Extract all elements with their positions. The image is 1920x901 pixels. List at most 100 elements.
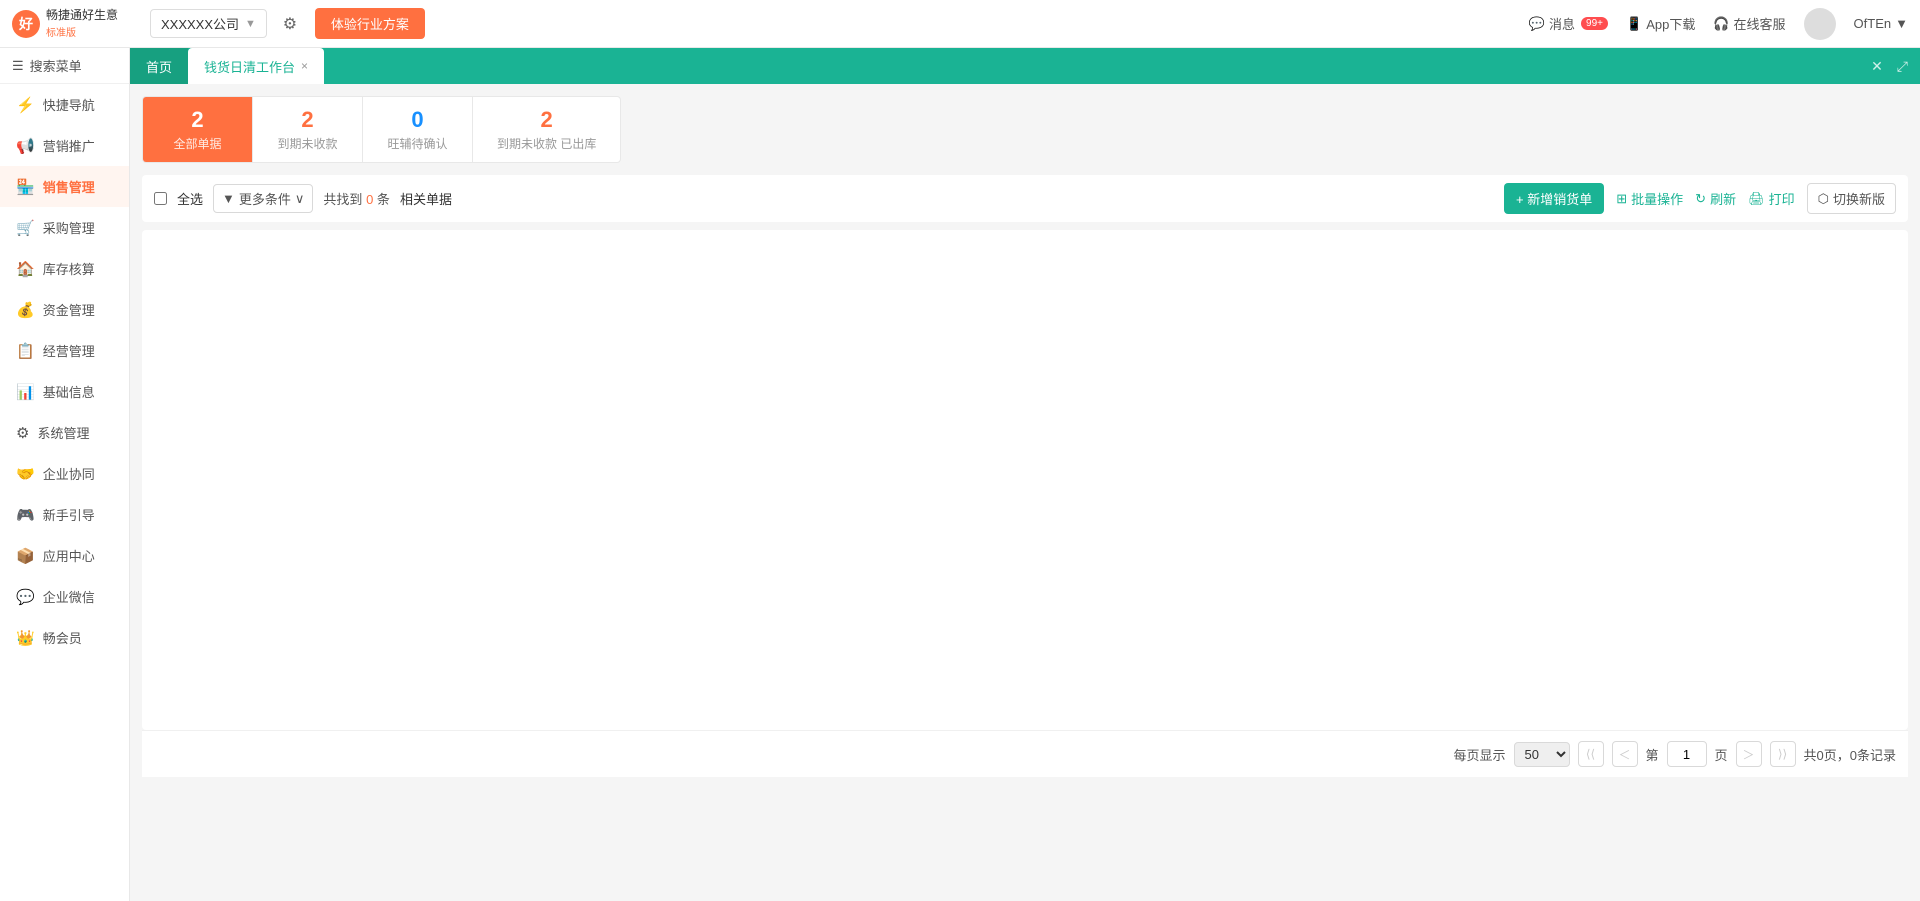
- gear-icon: ⚙: [283, 14, 297, 34]
- topbar-right: 💬 消息 99+ 📱 App下载 🎧 在线客服 OfTEn ▼: [1529, 8, 1908, 40]
- sidebar-item-marketing[interactable]: 📢 营销推广: [0, 125, 129, 166]
- sidebar-label-purchase: 采购管理: [43, 218, 95, 237]
- sidebar-label-quick-nav: 快捷导航: [43, 95, 95, 114]
- sidebar-item-guide[interactable]: 🎮 新手引导: [0, 494, 129, 535]
- purchase-icon: 🛒: [16, 219, 35, 237]
- sidebar-item-operations[interactable]: 📋 经营管理: [0, 330, 129, 371]
- sidebar-item-cooperation[interactable]: 🤝 企业协同: [0, 453, 129, 494]
- total-records: 共0页，0条记录: [1804, 745, 1896, 764]
- first-page-btn[interactable]: ⟨⟨: [1578, 741, 1604, 767]
- batch-action-button[interactable]: ⊞ 批量操作: [1616, 185, 1683, 212]
- message-badge: 99+: [1581, 17, 1608, 30]
- user-name-action[interactable]: OfTEn ▼: [1854, 16, 1908, 31]
- select-all-label: 全选: [177, 189, 203, 208]
- close-tab-icon[interactable]: ×: [301, 59, 308, 73]
- filter-icon: ▼: [222, 191, 235, 206]
- app-name: 畅捷通好生意: [46, 8, 118, 24]
- sidebar-item-basic-info[interactable]: 📊 基础信息: [0, 371, 129, 412]
- cooperation-icon: 🤝: [16, 465, 35, 483]
- quick-nav-icon: ⚡: [16, 96, 35, 114]
- tab-home[interactable]: 首页: [130, 48, 188, 84]
- select-all-checkbox[interactable]: [154, 192, 167, 205]
- stat-label-wangwang: 旺辅待确认: [387, 135, 448, 152]
- sidebar-item-wechat[interactable]: 💬 企业微信: [0, 576, 129, 617]
- settings-button[interactable]: ⚙: [275, 9, 305, 39]
- refresh-label: 刷新: [1710, 189, 1736, 208]
- new-version-button[interactable]: ⬡ 切换新版: [1807, 183, 1896, 214]
- sidebar-label-sales: 销售管理: [43, 177, 95, 196]
- filter-arrow: ∨: [295, 191, 305, 207]
- stat-num-wangwang: 0: [387, 107, 448, 133]
- per-page-label: 每页显示: [1453, 745, 1505, 764]
- print-button[interactable]: 🖨 打印: [1748, 185, 1795, 212]
- next-page-btn[interactable]: ＞: [1736, 741, 1762, 767]
- sidebar-item-member[interactable]: 👑 畅会员: [0, 617, 129, 658]
- stats-row: 2 全部单据 2 到期未收款 0 旺辅待确认 2 到期未收款 已出库: [142, 96, 621, 163]
- toolbar: 全选 ▼ 更多条件 ∨ 共找到 0 条 相关单据 + 新增销货单 ⊞ 批量操作: [142, 175, 1908, 222]
- batch-icon: ⊞: [1616, 191, 1627, 207]
- sidebar-label-cooperation: 企业协同: [43, 464, 95, 483]
- user-name-text: OfTEn: [1854, 16, 1892, 31]
- operations-icon: 📋: [16, 342, 35, 360]
- company-selector[interactable]: XXXXXX公司 ▼: [150, 9, 267, 38]
- finance-icon: 💰: [16, 301, 35, 319]
- per-page-select[interactable]: 50 100 200: [1514, 742, 1570, 767]
- sidebar-label-member: 畅会员: [43, 628, 82, 647]
- found-unit: 条: [377, 192, 390, 207]
- sales-icon: 🏪: [16, 178, 35, 196]
- stat-tab-overdue[interactable]: 2 到期未收款: [253, 97, 363, 162]
- page-label-end: 页: [1715, 745, 1728, 764]
- sidebar-item-finance[interactable]: 💰 资金管理: [0, 289, 129, 330]
- refresh-button[interactable]: ↻ 刷新: [1695, 185, 1736, 212]
- member-icon: 👑: [16, 629, 35, 647]
- sidebar-item-system[interactable]: ⚙ 系统管理: [0, 412, 129, 453]
- tab-home-label: 首页: [146, 57, 172, 76]
- pagination: 每页显示 50 100 200 ⟨⟨ ＜ 第 页 ＞ ⟩⟩ 共0页，0条记录: [142, 730, 1908, 777]
- stat-label-all: 全部单据: [167, 135, 228, 152]
- stat-tab-overdue-shipped[interactable]: 2 到期未收款 已出库: [473, 97, 620, 162]
- filter-label: 更多条件: [239, 189, 291, 208]
- message-label: 消息: [1549, 14, 1575, 33]
- online-service-action[interactable]: 🎧 在线客服: [1713, 14, 1785, 33]
- dropdown-arrow: ▼: [245, 18, 256, 30]
- toolbar-left: 全选 ▼ 更多条件 ∨ 共找到 0 条 相关单据: [154, 184, 1492, 213]
- sidebar-label-app-center: 应用中心: [43, 546, 95, 565]
- add-order-button[interactable]: + 新增销货单: [1504, 183, 1604, 214]
- inventory-icon: 🏠: [16, 260, 35, 278]
- sidebar-item-purchase[interactable]: 🛒 采购管理: [0, 207, 129, 248]
- batch-label: 批量操作: [1631, 189, 1683, 208]
- tab-daily-clear[interactable]: 钱货日清工作台 ×: [188, 48, 324, 84]
- window-close-icon[interactable]: ✕: [1867, 54, 1887, 79]
- found-prefix: 共找到: [323, 192, 362, 207]
- filter-button[interactable]: ▼ 更多条件 ∨: [213, 184, 313, 213]
- app-badge: 标准版: [46, 24, 118, 39]
- logo-icon: 好: [12, 10, 40, 38]
- sidebar-item-inventory[interactable]: 🏠 库存核算: [0, 248, 129, 289]
- page-number-input[interactable]: [1667, 741, 1707, 767]
- sidebar-label-finance: 资金管理: [43, 300, 95, 319]
- trial-button[interactable]: 体验行业方案: [315, 8, 425, 39]
- found-count: 0: [366, 192, 373, 207]
- topbar: 好 畅捷通好生意 标准版 XXXXXX公司 ▼ ⚙ 体验行业方案 💬 消息 99…: [0, 0, 1920, 48]
- prev-page-btn[interactable]: ＜: [1612, 741, 1638, 767]
- online-service-label: 在线客服: [1734, 14, 1786, 33]
- window-expand-icon[interactable]: ⤢: [1893, 54, 1912, 79]
- print-icon: 🖨: [1748, 191, 1765, 207]
- user-avatar[interactable]: [1804, 8, 1836, 40]
- message-icon: 💬: [1529, 16, 1545, 32]
- search-menu[interactable]: ☰ 搜索菜单: [0, 48, 129, 84]
- download-icon: 📱: [1626, 16, 1642, 32]
- app-download-action[interactable]: 📱 App下载: [1626, 14, 1695, 33]
- message-action[interactable]: 💬 消息 99+: [1529, 14, 1608, 33]
- stat-num-all: 2: [167, 107, 228, 133]
- basic-info-icon: 📊: [16, 383, 35, 401]
- sidebar-item-sales[interactable]: 🏪 销售管理: [0, 166, 129, 207]
- sidebar-item-app-center[interactable]: 📦 应用中心: [0, 535, 129, 576]
- sidebar-item-quick-nav[interactable]: ⚡ 快捷导航: [0, 84, 129, 125]
- nav-tabs-right: ✕ ⤢: [1867, 54, 1920, 79]
- stat-tab-wangwang[interactable]: 0 旺辅待确认: [363, 97, 473, 162]
- stat-tab-all[interactable]: 2 全部单据: [143, 97, 253, 162]
- print-label: 打印: [1769, 189, 1795, 208]
- last-page-btn[interactable]: ⟩⟩: [1770, 741, 1796, 767]
- system-icon: ⚙: [16, 424, 29, 442]
